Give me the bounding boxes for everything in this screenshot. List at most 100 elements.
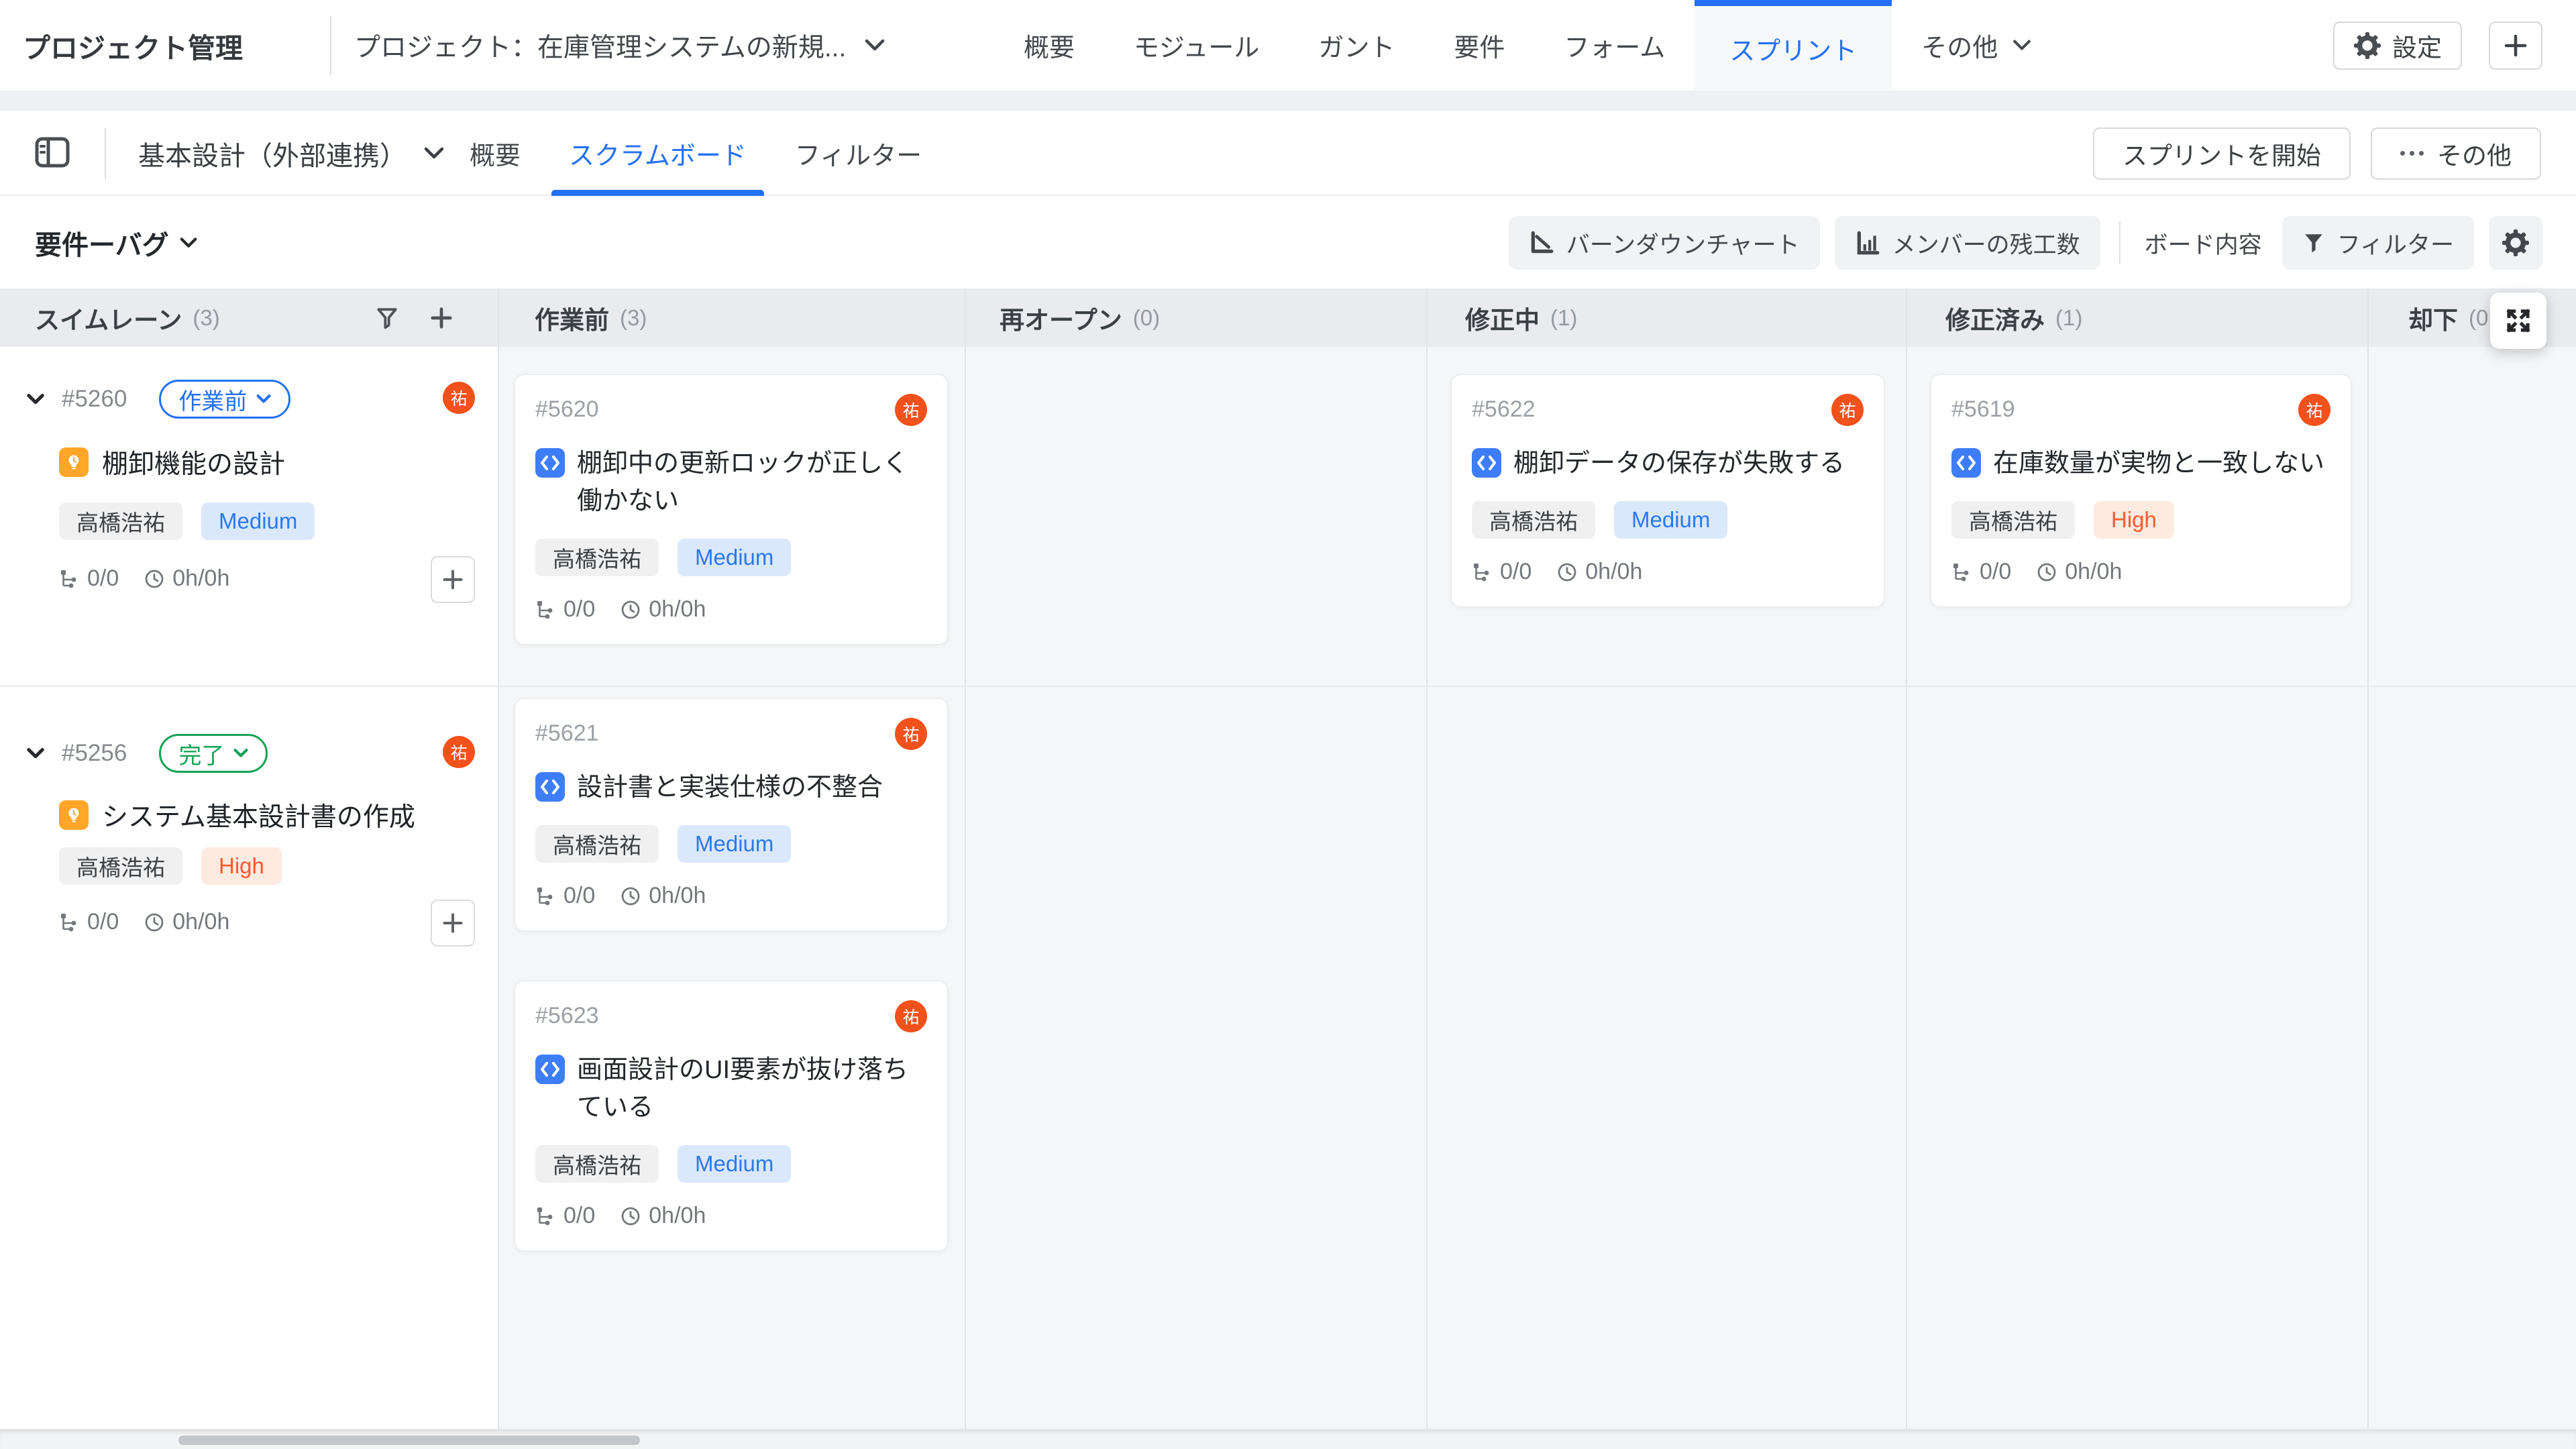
header-gap	[0, 91, 2576, 111]
column-separator	[1426, 288, 1428, 1430]
swimlane-id[interactable]: #5256	[62, 740, 127, 767]
board-card[interactable]: #5623 祐 画面設計のUI要素が抜け落ちている 高橋浩祐 Medium 0/…	[515, 981, 948, 1251]
tab-requirements[interactable]: 要件	[1424, 0, 1534, 91]
avatar[interactable]: 祐	[895, 394, 927, 426]
collapse-chevron-icon[interactable]	[27, 394, 44, 405]
priority-tag[interactable]: High	[201, 847, 282, 885]
time-log: 0h/0h	[621, 883, 706, 909]
sprint-more-button[interactable]: その他	[2371, 127, 2541, 180]
avatar[interactable]: 祐	[443, 736, 475, 768]
subtask-count: 0/0	[59, 909, 119, 935]
bottom-scrollbar-track	[0, 1430, 2576, 1449]
sidebar-toggle-button[interactable]	[34, 133, 71, 171]
bug-code-icon	[1472, 448, 1501, 478]
tools-divider	[2119, 221, 2121, 264]
subtask-count: 0/0	[1472, 559, 1532, 585]
add-button[interactable]	[2489, 21, 2542, 70]
subtask-count: 0/0	[535, 883, 595, 909]
swimlane-2-footer: 0/0 0h/0h	[59, 909, 229, 935]
board-settings-button[interactable]	[2489, 216, 2542, 270]
priority-tag[interactable]: High	[2094, 501, 2174, 539]
column-separator	[1906, 288, 1907, 1430]
top-header: プロジェクト管理 プロジェクト：在庫管理システムの新規... 概要 モジュール …	[0, 0, 2576, 91]
tab-forms[interactable]: フォーム	[1534, 0, 1695, 91]
assignee-tag[interactable]: 高橋浩祐	[59, 847, 182, 885]
funnel-icon	[2302, 231, 2325, 254]
swimlane-status-pill[interactable]: 完了	[159, 734, 268, 773]
priority-tag[interactable]: Medium	[1614, 501, 1727, 539]
start-sprint-button[interactable]: スプリントを開始	[2093, 127, 2351, 180]
clock-icon	[621, 886, 641, 906]
add-swimlane-button[interactable]	[429, 288, 453, 347]
funnel-icon	[376, 307, 398, 329]
sprint-tab-scrum-board-active[interactable]: スクラムボード	[569, 111, 747, 196]
avatar[interactable]: 祐	[895, 1000, 927, 1032]
sprint-tabs: 概要 スクラムボード フィルター	[470, 111, 922, 196]
burndown-chart-icon	[1529, 230, 1554, 256]
tab-more[interactable]: その他	[1892, 0, 2061, 91]
assignee-tag[interactable]: 高橋浩祐	[535, 825, 659, 863]
avatar[interactable]: 祐	[443, 382, 475, 414]
swimlane-2-header: #5256 完了	[27, 735, 268, 772]
add-item-button[interactable]	[431, 900, 475, 947]
avatar[interactable]: 祐	[895, 718, 927, 750]
add-item-button[interactable]	[431, 556, 475, 603]
tab-gantt[interactable]: ガント	[1289, 0, 1424, 91]
burndown-chart-button[interactable]: バーンダウンチャート	[1509, 216, 1820, 270]
plus-icon	[429, 306, 453, 330]
chevron-down-icon	[424, 147, 444, 160]
project-selector-label: プロジェクト：在庫管理システムの新規...	[354, 27, 846, 64]
horizontal-scrollbar-thumb[interactable]	[178, 1436, 640, 1445]
board-card[interactable]: #5620 祐 棚卸中の更新ロックが正しく働かない 高橋浩祐 Medium 0/…	[515, 374, 948, 645]
board-card[interactable]: #5619 祐 在庫数量が実物と一致しない 高橋浩祐 High 0/0	[1931, 374, 2351, 607]
card-title: 棚卸中の更新ロックが正しく働かない	[577, 445, 927, 520]
plus-icon	[441, 568, 464, 591]
swimlane-2-title[interactable]: システム基本設計書の作成	[59, 796, 415, 834]
card-title: 棚卸データの保存が失敗する	[1513, 445, 1845, 482]
collapse-chevron-icon[interactable]	[27, 748, 44, 759]
board-view-label: 要件ーバグ	[35, 223, 169, 262]
column-separator	[965, 288, 966, 1430]
priority-tag[interactable]: Medium	[678, 539, 791, 576]
tab-sprint-active[interactable]: スプリント	[1695, 0, 1892, 91]
avatar[interactable]: 祐	[2298, 394, 2330, 426]
tab-overview[interactable]: 概要	[994, 0, 1104, 91]
board-tools: バーンダウンチャート メンバーの残工数 ボード内容 フィルター	[1509, 197, 2542, 288]
settings-button[interactable]: 設定	[2333, 21, 2462, 70]
sprint-tab-overview[interactable]: 概要	[470, 111, 521, 196]
board-card[interactable]: #5622 祐 棚卸データの保存が失敗する 高橋浩祐 Medium 0/0	[1451, 374, 1884, 607]
sprint-tab-filter[interactable]: フィルター	[795, 111, 922, 196]
chevron-down-icon	[180, 237, 197, 249]
assignee-tag[interactable]: 高橋浩祐	[1951, 501, 2075, 539]
expand-board-button[interactable]	[2490, 292, 2546, 349]
swimlane-id[interactable]: #5260	[62, 386, 127, 413]
sprint-selector[interactable]: 基本設計（外部連携）	[138, 111, 444, 196]
project-selector[interactable]: プロジェクト：在庫管理システムの新規...	[354, 0, 885, 91]
tab-modules[interactable]: モジュール	[1104, 0, 1289, 91]
column-header-row: スイムレーン (3) 作業前 (3) 再オープン (0)	[0, 288, 2576, 347]
ellipsis-icon	[2400, 151, 2424, 156]
swimlane-filter-button[interactable]	[376, 288, 398, 347]
priority-tag[interactable]: Medium	[678, 1145, 791, 1183]
avatar[interactable]: 祐	[1831, 394, 1864, 426]
card-title: 在庫数量が実物と一致しない	[1993, 445, 2324, 482]
assignee-tag[interactable]: 高橋浩祐	[535, 1145, 659, 1183]
screen: プロジェクト管理 プロジェクト：在庫管理システムの新規... 概要 モジュール …	[0, 0, 2576, 1449]
filter-button[interactable]: フィルター	[2282, 216, 2474, 270]
clock-icon	[1557, 562, 1577, 582]
subtasks-icon	[535, 886, 555, 906]
swimlane-1-title[interactable]: 棚卸機能の設計	[59, 443, 285, 481]
bug-code-icon	[535, 1055, 565, 1084]
priority-tag[interactable]: Medium	[201, 502, 315, 540]
time-log: 0h/0h	[1557, 559, 1642, 585]
priority-tag[interactable]: Medium	[678, 825, 791, 863]
board-view-selector[interactable]: 要件ーバグ	[35, 197, 197, 288]
swimlane-status-pill[interactable]: 作業前	[159, 380, 290, 419]
assignee-tag[interactable]: 高橋浩祐	[1472, 501, 1595, 539]
assignee-tag[interactable]: 高橋浩祐	[59, 502, 182, 540]
settings-label: 設定	[2392, 28, 2442, 64]
chevron-down-icon	[865, 39, 885, 52]
board-card[interactable]: #5621 祐 設計書と実装仕様の不整合 高橋浩祐 Medium 0/0	[515, 698, 948, 931]
member-workload-button[interactable]: メンバーの残工数	[1835, 216, 2100, 270]
assignee-tag[interactable]: 高橋浩祐	[535, 539, 659, 576]
